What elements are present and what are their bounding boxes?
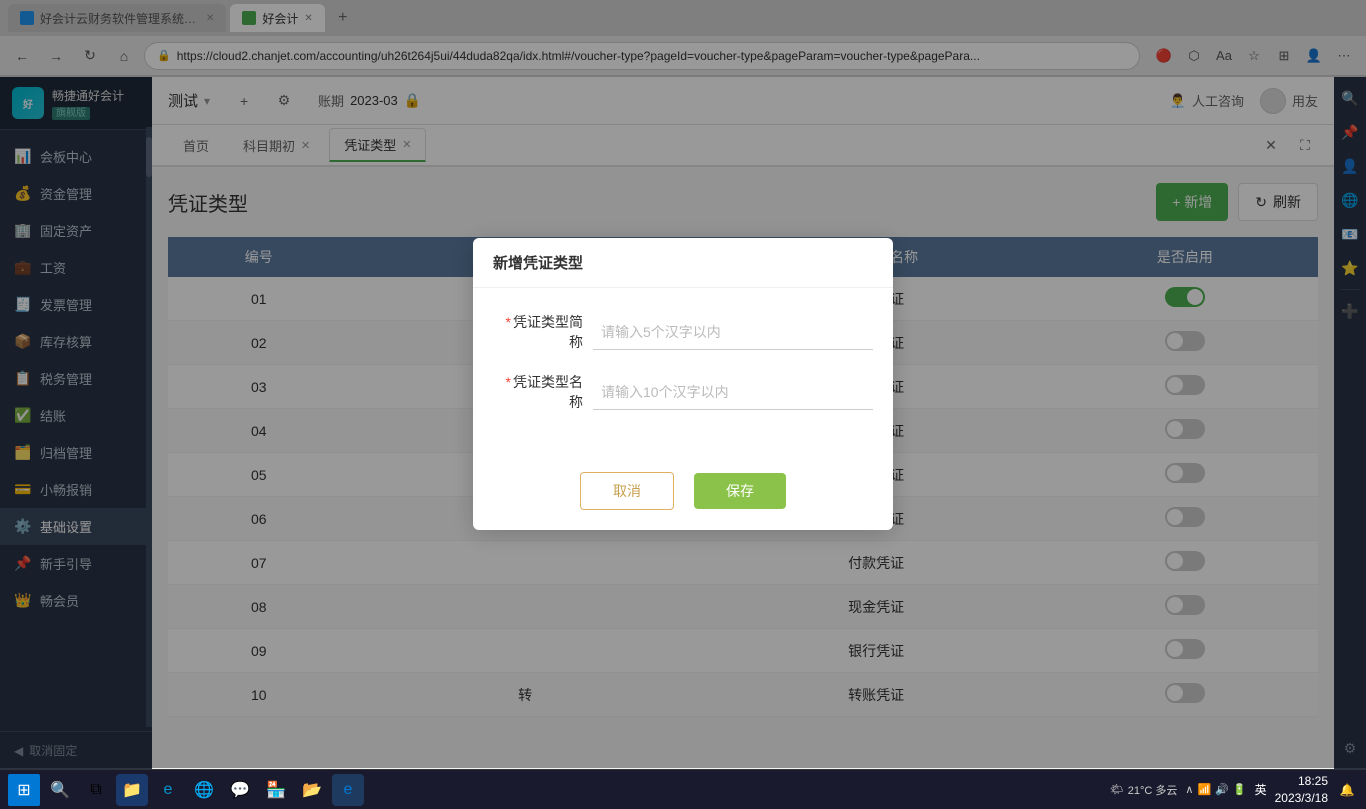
- weather-icon: 🌤: [1110, 783, 1124, 796]
- save-button[interactable]: 保存: [694, 473, 786, 509]
- taskbar-edge[interactable]: e: [152, 774, 184, 806]
- modal-overlay: 新增凭证类型 *凭证类型简称 *凭证类型名称 取消 保存: [0, 0, 1366, 768]
- modal-body: *凭证类型简称 *凭证类型名称: [473, 288, 893, 456]
- taskbar-explorer[interactable]: 📁: [116, 774, 148, 806]
- taskbar-browser2[interactable]: e: [332, 774, 364, 806]
- taskbar-chrome[interactable]: 🌐: [188, 774, 220, 806]
- taskbar-multitask[interactable]: ⧉: [80, 774, 112, 806]
- taskbar-store[interactable]: 🏪: [260, 774, 292, 806]
- name-required: *: [506, 374, 511, 390]
- lang-indicator: 英: [1255, 781, 1267, 798]
- expand-icon[interactable]: ∧: [1185, 783, 1193, 796]
- name-label: *凭证类型名称: [493, 372, 593, 412]
- taskbar-time: 18:25: [1275, 773, 1328, 790]
- taskbar-right: 🌤 21°C 多云 ∧ 📶 🔊 🔋 英 18:25 2023/3/18 🔔: [1110, 773, 1358, 807]
- start-button[interactable]: ⊞: [8, 774, 40, 806]
- form-row-name: *凭证类型名称: [493, 372, 873, 412]
- battery-icon: 🔋: [1233, 783, 1247, 796]
- taskbar-clock[interactable]: 18:25 2023/3/18: [1275, 773, 1328, 807]
- abbr-input[interactable]: [593, 314, 873, 350]
- taskbar-search[interactable]: 🔍: [44, 774, 76, 806]
- save-label: 保存: [726, 483, 754, 499]
- modal-dialog: 新增凭证类型 *凭证类型简称 *凭证类型名称 取消 保存: [473, 238, 893, 530]
- taskbar-wechat[interactable]: 💬: [224, 774, 256, 806]
- taskbar-date: 2023/3/18: [1275, 790, 1328, 807]
- cancel-button[interactable]: 取消: [580, 472, 674, 510]
- abbr-label: *凭证类型简称: [493, 312, 593, 352]
- weather-text: 21°C 多云: [1128, 782, 1178, 798]
- taskbar: ⊞ 🔍 ⧉ 📁 e 🌐 💬 🏪 📂 e 🌤 21°C 多云 ∧ 📶 🔊 🔋 英 …: [0, 769, 1366, 809]
- modal-header: 新增凭证类型: [473, 238, 893, 288]
- form-row-abbr: *凭证类型简称: [493, 312, 873, 352]
- modal-footer: 取消 保存: [473, 456, 893, 530]
- sound-icon: 🔊: [1215, 783, 1229, 796]
- name-input[interactable]: [593, 374, 873, 410]
- taskbar-notification[interactable]: 🔔: [1336, 779, 1358, 801]
- taskbar-sys-icons: 🌤 21°C 多云: [1110, 782, 1178, 798]
- taskbar-network-icons: ∧ 📶 🔊 🔋: [1185, 783, 1246, 796]
- network-icon: 📶: [1197, 783, 1211, 796]
- abbr-required: *: [506, 314, 511, 330]
- modal-title: 新增凭证类型: [493, 252, 583, 273]
- taskbar-files[interactable]: 📂: [296, 774, 328, 806]
- cancel-label: 取消: [613, 483, 641, 499]
